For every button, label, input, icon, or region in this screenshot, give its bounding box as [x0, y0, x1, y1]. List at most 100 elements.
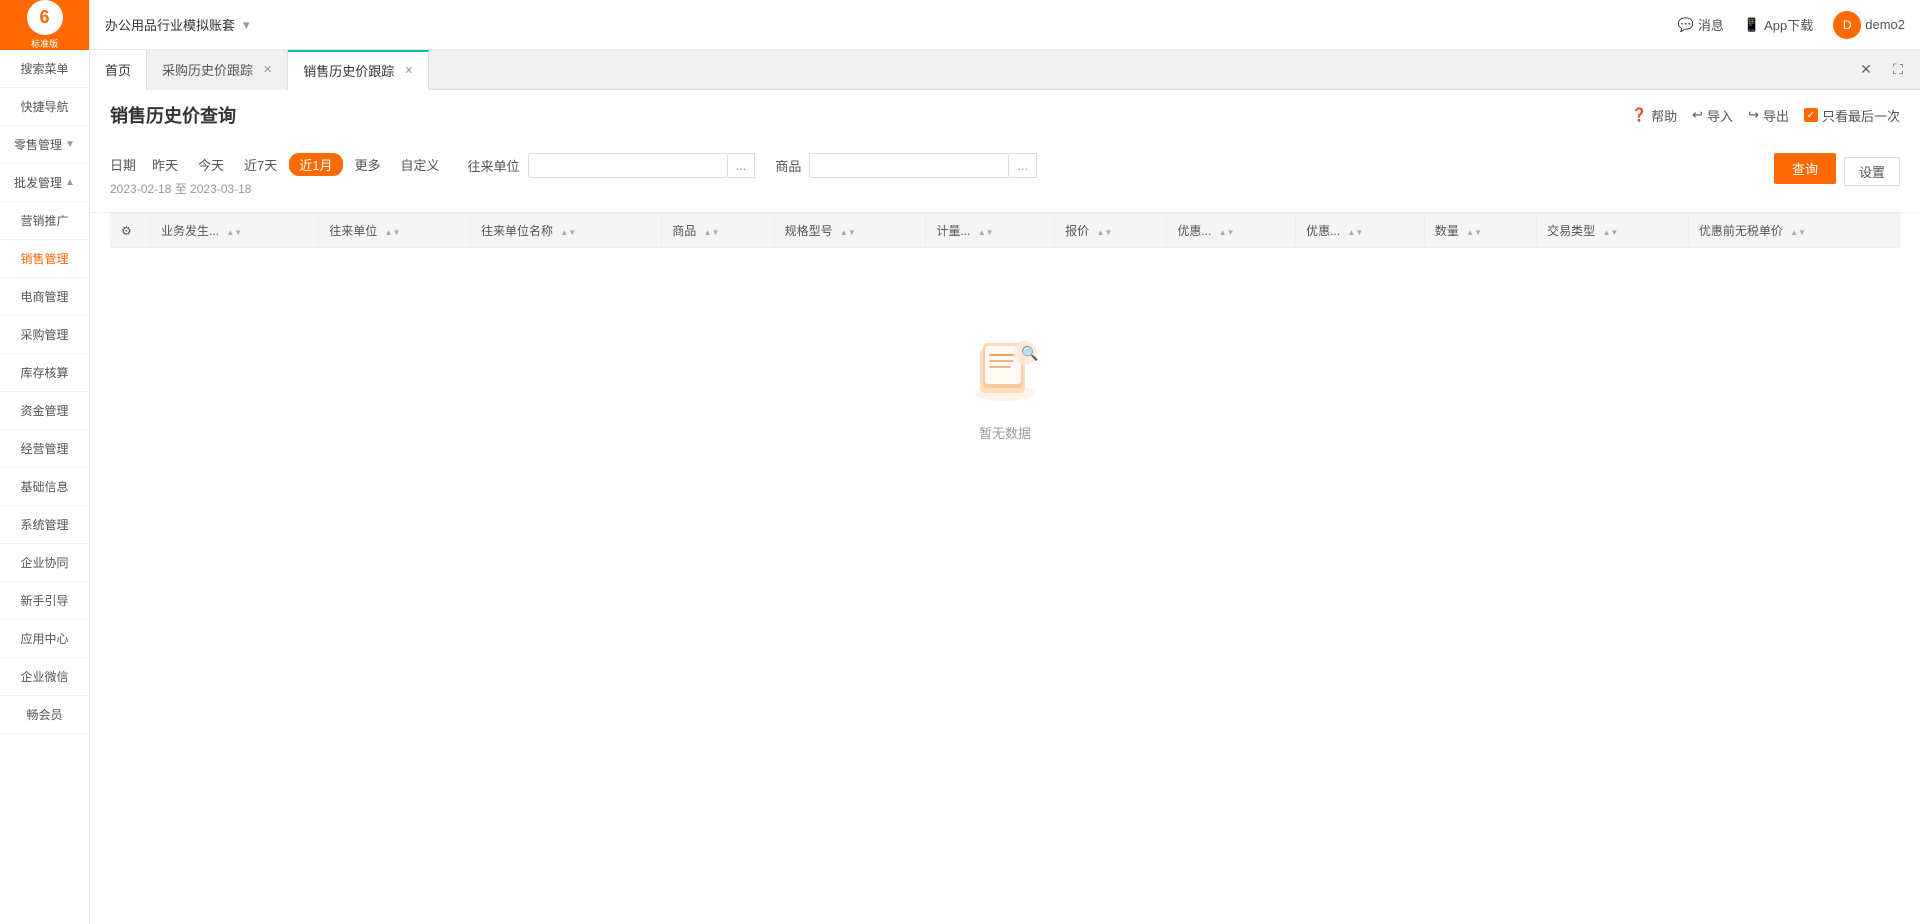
- logo-subtitle: 标准版: [31, 37, 58, 50]
- sidebar-item-marketing[interactable]: 营销推广: [0, 202, 89, 240]
- sort-arrows-unit: ▲▼: [978, 228, 994, 237]
- col-partner-name[interactable]: 往来单位名称 ▲▼: [471, 214, 662, 248]
- col-product[interactable]: 商品 ▲▼: [662, 214, 774, 248]
- partner-filter-group: 往来单位 ...: [468, 153, 756, 178]
- date-option-1month[interactable]: 近1月: [289, 153, 342, 176]
- col-discount1[interactable]: 优惠... ▲▼: [1167, 214, 1296, 248]
- table-settings-col[interactable]: ⚙: [111, 214, 151, 248]
- settings-button[interactable]: 设置: [1844, 157, 1900, 186]
- col-quantity-label: 数量: [1435, 224, 1459, 238]
- date-option-7days[interactable]: 近7天: [236, 153, 285, 176]
- sidebar-item-quick-nav[interactable]: 快捷导航: [0, 88, 89, 126]
- filter-area: 日期 昨天 今天 近7天 近1月 更多 自定义 2023-02-18 至 202…: [90, 138, 1920, 213]
- last-only-checkbox[interactable]: [1804, 108, 1818, 122]
- sidebar-item-sales[interactable]: 销售管理: [0, 240, 89, 278]
- gear-icon[interactable]: ⚙: [121, 224, 132, 238]
- topbar-title: 办公用品行业模拟账套: [105, 15, 235, 34]
- sidebar-item-ecommerce[interactable]: 电商管理: [0, 278, 89, 316]
- sidebar-item-apps[interactable]: 应用中心: [0, 620, 89, 658]
- data-table: ⚙ 业务发生... ▲▼ 往来单位 ▲▼ 往来单位名称 ▲▼: [110, 213, 1900, 248]
- product-filter-group: 商品 ...: [775, 153, 1037, 178]
- sidebar-item-label: 零售管理: [14, 136, 62, 153]
- page-actions: ❓ 帮助 ↩ 导入 ↪ 导出 只看最后一次: [1631, 106, 1900, 125]
- col-biz-date-label: 业务发生...: [161, 224, 219, 238]
- main-area: 办公用品行业模拟账套 ▾ 💬 消息 📱 App下载 D demo2 首页: [90, 0, 1920, 924]
- export-button[interactable]: ↪ 导出: [1748, 106, 1789, 125]
- empty-illustration: 🔍: [955, 328, 1055, 408]
- date-options: 昨天 今天 近7天 近1月 更多 自定义: [144, 153, 448, 176]
- date-option-yesterday[interactable]: 昨天: [144, 153, 186, 176]
- app-download-label: App下载: [1764, 15, 1813, 34]
- close-window-button[interactable]: ✕: [1854, 58, 1878, 82]
- page-header-row: 销售历史价查询 ❓ 帮助 ↩ 导入 ↪ 导出 只看最后一次: [90, 90, 1920, 138]
- topbar: 办公用品行业模拟账套 ▾ 💬 消息 📱 App下载 D demo2: [90, 0, 1920, 50]
- logo[interactable]: 6 标准版: [0, 0, 89, 50]
- tab-purchase-history-close[interactable]: ✕: [263, 63, 272, 76]
- import-icon: ↩: [1692, 107, 1703, 123]
- sidebar-item-wholesale[interactable]: 批发管理 ▲: [0, 164, 89, 202]
- date-option-more[interactable]: 更多: [347, 153, 389, 176]
- filter-right-buttons: 查询 设置: [1774, 153, 1900, 186]
- sort-arrows-trade-type: ▲▼: [1602, 228, 1618, 237]
- date-option-today[interactable]: 今天: [190, 153, 232, 176]
- last-only-checkbox-group[interactable]: 只看最后一次: [1804, 106, 1900, 125]
- sidebar-item-system[interactable]: 系统管理: [0, 506, 89, 544]
- sidebar-item-inventory[interactable]: 库存核算: [0, 354, 89, 392]
- phone-icon: 📱: [1744, 17, 1760, 33]
- sidebar-item-finance[interactable]: 资金管理: [0, 392, 89, 430]
- maximize-button[interactable]: ⛶: [1886, 58, 1910, 82]
- logo-text: 6: [39, 7, 49, 28]
- empty-icon: 🔍: [955, 328, 1055, 408]
- col-pre-discount-price-label: 优惠前无税单价: [1699, 224, 1783, 238]
- col-price[interactable]: 报价 ▲▼: [1055, 214, 1167, 248]
- tab-purchase-history[interactable]: 采购历史价跟踪 ✕: [147, 50, 288, 90]
- message-button[interactable]: 💬 消息: [1678, 15, 1724, 34]
- sidebar-item-guide[interactable]: 新手引导: [0, 582, 89, 620]
- table-area: ⚙ 业务发生... ▲▼ 往来单位 ▲▼ 往来单位名称 ▲▼: [90, 213, 1920, 522]
- export-label: 导出: [1763, 106, 1789, 125]
- last-only-label: 只看最后一次: [1822, 106, 1900, 125]
- topbar-dropdown-icon[interactable]: ▾: [243, 17, 259, 33]
- sidebar-item-purchase[interactable]: 采购管理: [0, 316, 89, 354]
- help-button[interactable]: ❓ 帮助: [1631, 106, 1677, 125]
- import-button[interactable]: ↩ 导入: [1692, 106, 1733, 125]
- sidebar-item-basic[interactable]: 基础信息: [0, 468, 89, 506]
- sidebar-item-search[interactable]: 搜索菜单: [0, 50, 89, 88]
- partner-input[interactable]: [528, 153, 728, 178]
- col-trade-type-label: 交易类型: [1547, 224, 1595, 238]
- sidebar-item-operations[interactable]: 经营管理: [0, 430, 89, 468]
- partner-input-dots[interactable]: ...: [728, 153, 756, 178]
- col-spec[interactable]: 规格型号 ▲▼: [774, 214, 926, 248]
- col-unit[interactable]: 计量... ▲▼: [926, 214, 1055, 248]
- sort-arrows-spec: ▲▼: [840, 228, 856, 237]
- col-pre-discount-price[interactable]: 优惠前无税单价 ▲▼: [1688, 214, 1899, 248]
- product-input[interactable]: [809, 153, 1009, 178]
- import-label: 导入: [1707, 106, 1733, 125]
- tab-sales-history-close[interactable]: ✕: [404, 64, 413, 77]
- date-label: 日期: [110, 155, 136, 174]
- col-partner-code[interactable]: 往来单位 ▲▼: [319, 214, 471, 248]
- query-button[interactable]: 查询: [1774, 153, 1836, 184]
- col-discount2[interactable]: 优惠... ▲▼: [1296, 214, 1425, 248]
- col-biz-date[interactable]: 业务发生... ▲▼: [151, 214, 319, 248]
- tab-sales-history-label: 销售历史价跟踪: [303, 61, 394, 80]
- empty-text: 暂无数据: [979, 423, 1031, 442]
- sidebar-item-wechat[interactable]: 企业微信: [0, 658, 89, 696]
- date-option-custom[interactable]: 自定义: [393, 153, 448, 176]
- product-input-dots[interactable]: ...: [1009, 153, 1037, 178]
- sidebar-item-retail[interactable]: 零售管理 ▼: [0, 126, 89, 164]
- col-quantity[interactable]: 数量 ▲▼: [1424, 214, 1536, 248]
- col-trade-type[interactable]: 交易类型 ▲▼: [1537, 214, 1689, 248]
- page-title: 销售历史价查询: [110, 102, 236, 128]
- sidebar-item-cooperation[interactable]: 企业协同: [0, 544, 89, 582]
- sort-arrows-product: ▲▼: [704, 228, 720, 237]
- sort-arrows-biz-date: ▲▼: [226, 228, 242, 237]
- col-partner-name-label: 往来单位名称: [481, 224, 553, 238]
- tab-home-label: 首页: [105, 60, 131, 79]
- help-label: 帮助: [1651, 106, 1677, 125]
- tab-sales-history[interactable]: 销售历史价跟踪 ✕: [288, 50, 429, 90]
- sidebar-item-member[interactable]: 畅会员: [0, 696, 89, 734]
- tab-home[interactable]: 首页: [90, 50, 147, 90]
- user-profile[interactable]: D demo2: [1833, 11, 1905, 39]
- app-download-button[interactable]: 📱 App下载: [1744, 15, 1813, 34]
